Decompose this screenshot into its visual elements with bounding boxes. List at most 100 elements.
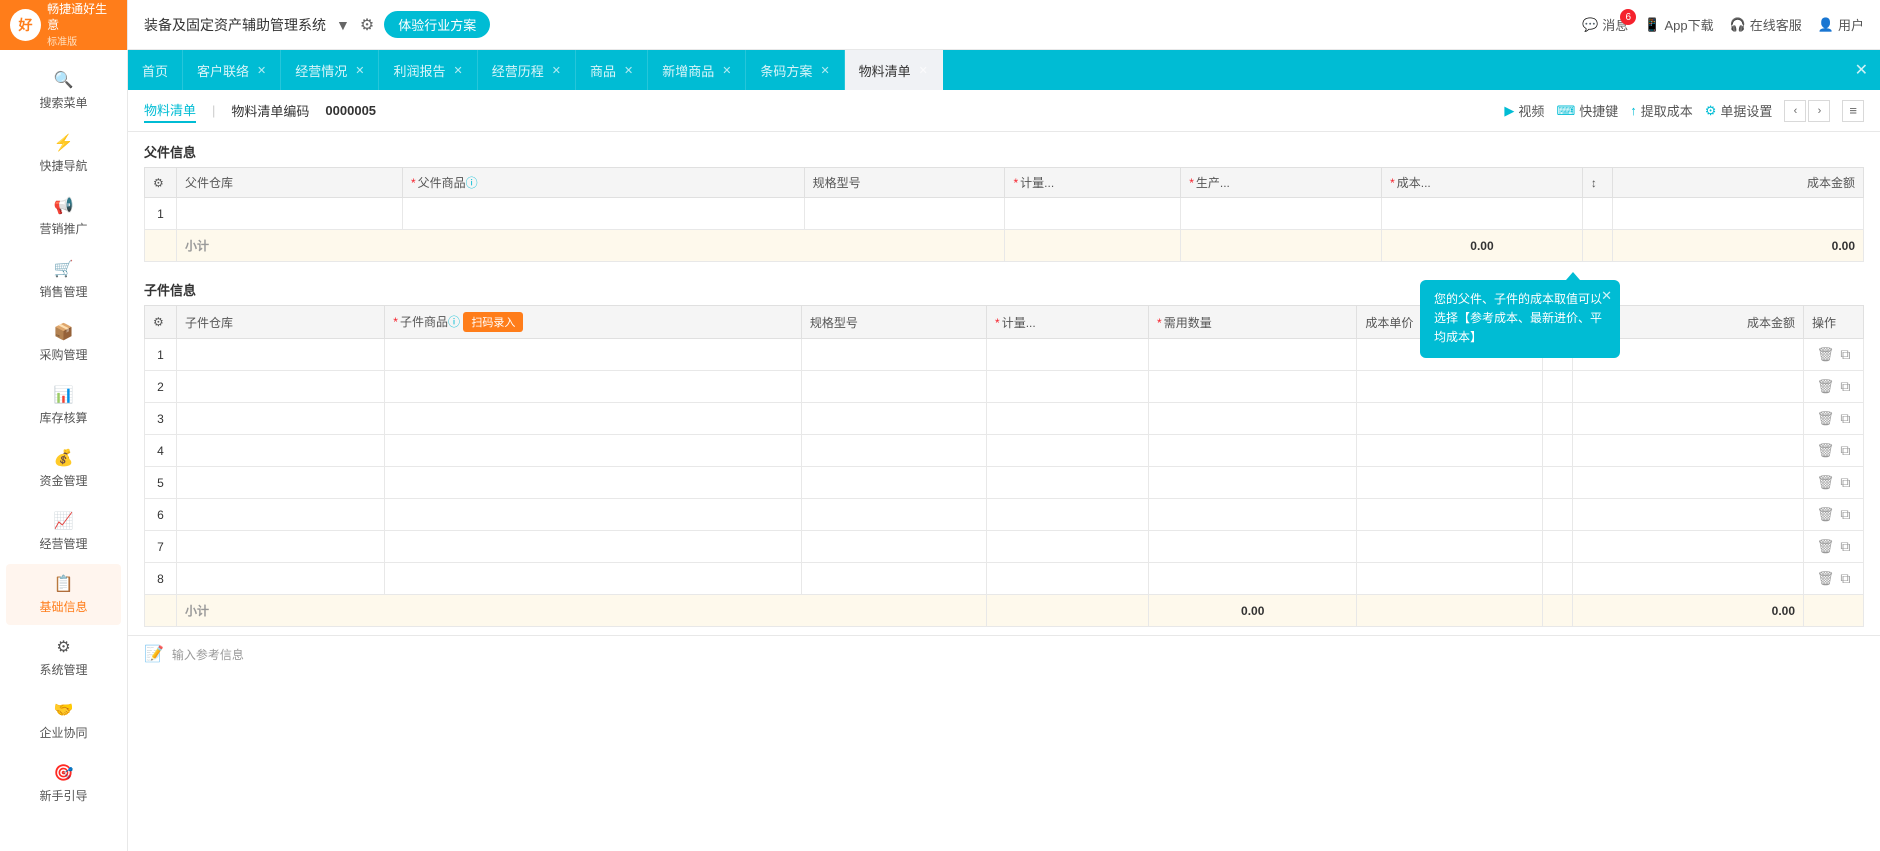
child-unitcost-cell-6[interactable] xyxy=(1357,531,1542,563)
sidebar-item-10[interactable]: 🤝企业协同 xyxy=(6,690,121,751)
user-action[interactable]: 👤 用户 xyxy=(1818,15,1864,34)
sidebar-item-1[interactable]: ⚡快捷导航 xyxy=(6,123,121,184)
nav-tab-0[interactable]: 首页 xyxy=(128,50,183,90)
nav-tab-6[interactable]: 新增商品✕ xyxy=(648,50,746,90)
child-product-cell-2[interactable] xyxy=(385,403,802,435)
child-product-cell-7[interactable] xyxy=(385,563,802,595)
shortcut-action[interactable]: ⌨ 快捷键 xyxy=(1556,101,1618,120)
child-qty-cell-1[interactable] xyxy=(1149,371,1357,403)
child-copy-btn-1[interactable]: ⧉ xyxy=(1840,378,1850,395)
child-spec-cell-2[interactable] xyxy=(801,403,986,435)
sidebar-item-9[interactable]: ⚙系统管理 xyxy=(6,627,121,688)
child-delete-btn-3[interactable]: 🗑 xyxy=(1817,442,1835,459)
child-qty-cell-4[interactable] xyxy=(1149,467,1357,499)
child-product-cell-1[interactable] xyxy=(385,371,802,403)
child-spec-cell-1[interactable] xyxy=(801,371,986,403)
child-copy-btn-6[interactable]: ⧉ xyxy=(1840,538,1850,555)
child-warehouse-cell-6[interactable] xyxy=(177,531,385,563)
parent-production-cell[interactable] xyxy=(1181,198,1382,230)
child-qty-cell-5[interactable] xyxy=(1149,499,1357,531)
child-spec-cell-5[interactable] xyxy=(801,499,986,531)
child-copy-btn-5[interactable]: ⧉ xyxy=(1840,506,1850,523)
parent-warehouse-cell[interactable] xyxy=(177,198,403,230)
nav-tab-4[interactable]: 经营历程✕ xyxy=(478,50,576,90)
nav-tab-3[interactable]: 利润报告✕ xyxy=(379,50,477,90)
sidebar-item-0[interactable]: 🔍搜索菜单 xyxy=(6,60,121,121)
child-spec-cell-0[interactable] xyxy=(801,339,986,371)
nav-tab-close-6[interactable]: ✕ xyxy=(722,64,731,77)
nav-tab-2[interactable]: 经营情况✕ xyxy=(281,50,379,90)
child-delete-btn-2[interactable]: 🗑 xyxy=(1817,410,1835,427)
child-qty-cell-0[interactable] xyxy=(1149,339,1357,371)
child-spec-cell-6[interactable] xyxy=(801,531,986,563)
parent-spec-cell[interactable] xyxy=(804,198,1005,230)
system-dropdown-btn[interactable]: ▼ xyxy=(336,17,350,33)
child-warehouse-cell-5[interactable] xyxy=(177,499,385,531)
extract-cost-action[interactable]: ↑ 提取成本 xyxy=(1630,101,1693,120)
view-list-btn[interactable]: ≡ xyxy=(1842,100,1864,122)
nav-tab-close-3[interactable]: ✕ xyxy=(454,64,463,77)
nav-close-all-btn[interactable]: ✕ xyxy=(1843,60,1880,80)
child-unitcost-cell-1[interactable] xyxy=(1357,371,1542,403)
child-product-cell-6[interactable] xyxy=(385,531,802,563)
child-unitcost-cell-5[interactable] xyxy=(1357,499,1542,531)
child-spec-cell-4[interactable] xyxy=(801,467,986,499)
parent-cost-cell[interactable] xyxy=(1382,198,1583,230)
child-product-cell-4[interactable] xyxy=(385,467,802,499)
nav-tab-close-5[interactable]: ✕ xyxy=(624,64,633,77)
nav-tab-close-2[interactable]: ✕ xyxy=(355,64,364,77)
sidebar-item-6[interactable]: 💰资金管理 xyxy=(6,438,121,499)
child-warehouse-cell-2[interactable] xyxy=(177,403,385,435)
child-warehouse-cell-0[interactable] xyxy=(177,339,385,371)
child-copy-btn-2[interactable]: ⧉ xyxy=(1840,410,1850,427)
child-delete-btn-5[interactable]: 🗑 xyxy=(1817,506,1835,523)
child-copy-btn-3[interactable]: ⧉ xyxy=(1840,442,1850,459)
child-copy-btn-4[interactable]: ⧉ xyxy=(1840,474,1850,491)
child-qty-cell-6[interactable] xyxy=(1149,531,1357,563)
child-qty-cell-3[interactable] xyxy=(1149,435,1357,467)
nav-tab-close-8[interactable]: ✕ xyxy=(919,64,928,77)
child-unit-cell-0[interactable] xyxy=(987,339,1149,371)
sub-tab-bomlist[interactable]: 物料清单 xyxy=(144,98,196,123)
child-warehouse-cell-4[interactable] xyxy=(177,467,385,499)
sidebar-item-2[interactable]: 📢营销推广 xyxy=(6,186,121,247)
sidebar-item-3[interactable]: 🛒销售管理 xyxy=(6,249,121,310)
nav-tab-close-7[interactable]: ✕ xyxy=(820,64,829,77)
child-unitcost-cell-4[interactable] xyxy=(1357,467,1542,499)
video-action[interactable]: ▶ 视频 xyxy=(1504,101,1544,120)
child-warehouse-cell-3[interactable] xyxy=(177,435,385,467)
nav-tab-1[interactable]: 客户联络✕ xyxy=(183,50,281,90)
child-unitcost-cell-7[interactable] xyxy=(1357,563,1542,595)
child-qty-cell-2[interactable] xyxy=(1149,403,1357,435)
child-spec-cell-7[interactable] xyxy=(801,563,986,595)
pager-prev-btn[interactable]: ‹ xyxy=(1784,100,1806,122)
settings-gear-btn[interactable]: ⚙ xyxy=(360,15,374,35)
child-unit-cell-1[interactable] xyxy=(987,371,1149,403)
child-product-cell-0[interactable] xyxy=(385,339,802,371)
child-spec-cell-3[interactable] xyxy=(801,435,986,467)
sidebar-item-4[interactable]: 📦采购管理 xyxy=(6,312,121,373)
child-unitcost-cell-3[interactable] xyxy=(1357,435,1542,467)
pager-next-btn[interactable]: › xyxy=(1808,100,1830,122)
child-product-cell-5[interactable] xyxy=(385,499,802,531)
tooltip-close-btn[interactable]: ✕ xyxy=(1601,286,1612,307)
child-qty-cell-7[interactable] xyxy=(1149,563,1357,595)
child-delete-btn-0[interactable]: 🗑 xyxy=(1817,346,1835,363)
sidebar-item-11[interactable]: 🎯新手引导 xyxy=(6,753,121,814)
sidebar-item-5[interactable]: 📊库存核算 xyxy=(6,375,121,436)
nav-tab-close-1[interactable]: ✕ xyxy=(257,64,266,77)
nav-tab-5[interactable]: 商品✕ xyxy=(576,50,648,90)
child-copy-btn-0[interactable]: ⧉ xyxy=(1840,346,1850,363)
parent-product-cell[interactable] xyxy=(402,198,804,230)
child-unit-cell-2[interactable] xyxy=(987,403,1149,435)
parent-unit-cell[interactable] xyxy=(1005,198,1181,230)
app-download-action[interactable]: 📱 App下载 xyxy=(1644,15,1713,34)
sidebar-item-8[interactable]: 📋基础信息 xyxy=(6,564,121,625)
message-action[interactable]: 💬 消息 6 xyxy=(1582,15,1628,34)
child-unitcost-cell-2[interactable] xyxy=(1357,403,1542,435)
child-product-cell-3[interactable] xyxy=(385,435,802,467)
child-warehouse-cell-1[interactable] xyxy=(177,371,385,403)
child-warehouse-cell-7[interactable] xyxy=(177,563,385,595)
scan-input-btn[interactable]: 扫码录入 xyxy=(463,312,523,332)
nav-tab-8[interactable]: 物料清单✕ xyxy=(845,50,943,90)
